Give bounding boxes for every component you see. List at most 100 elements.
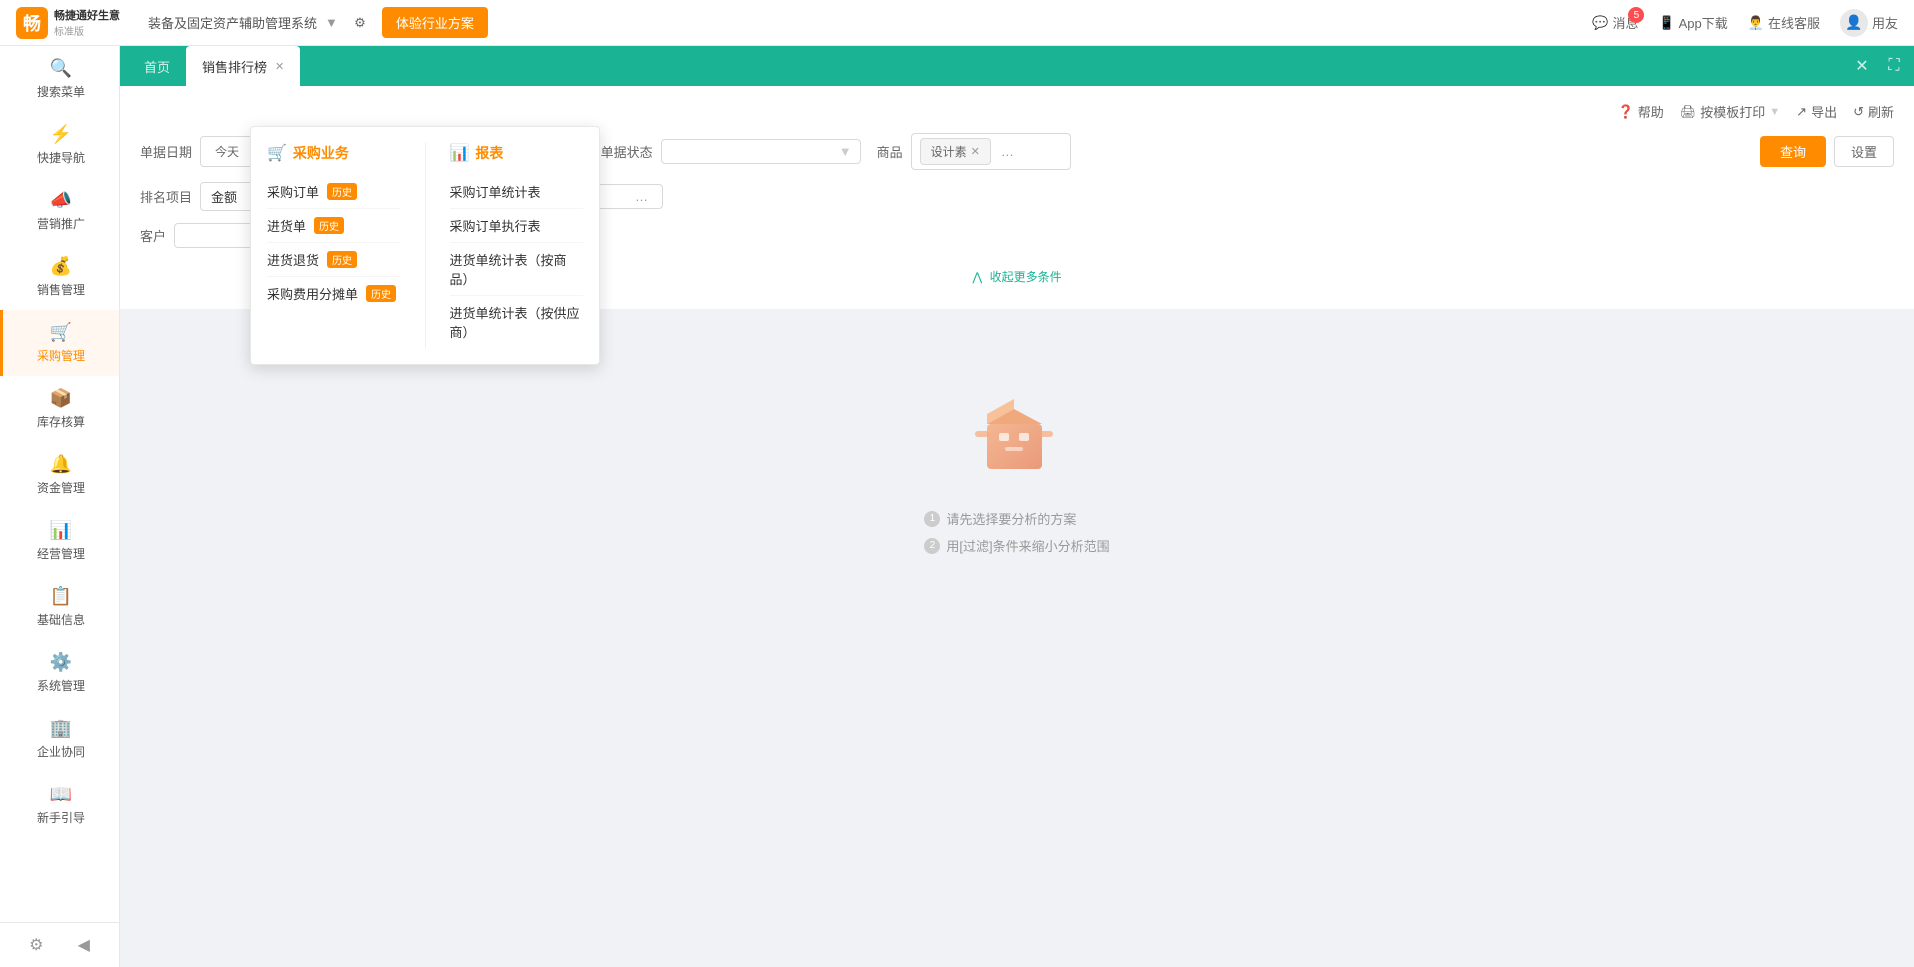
refresh-button[interactable]: ↺ 刷新 bbox=[1853, 102, 1894, 121]
messages-item[interactable]: 💬 消息 5 bbox=[1592, 13, 1638, 32]
sidebar-item-basic-info[interactable]: 📋 基础信息 bbox=[0, 574, 119, 640]
sidebar-item-operations[interactable]: 📊 经营管理 bbox=[0, 508, 119, 574]
tab-close-button[interactable]: ✕ bbox=[275, 60, 284, 73]
inventory-icon: 📦 bbox=[50, 388, 72, 409]
tip-text-1: 请先选择要分析的方案 bbox=[946, 509, 1076, 528]
online-service-item[interactable]: 👨‍💼 在线客服 bbox=[1748, 13, 1820, 32]
sidebar-item-purchase[interactable]: 🛒 采购管理 bbox=[0, 310, 119, 376]
purchase-col-title: 🛒 采购业务 bbox=[267, 143, 401, 163]
system-icon: ⚙️ bbox=[50, 652, 72, 673]
logo-area: 畅 畅捷通好生意 标准版 bbox=[16, 7, 136, 39]
export-button[interactable]: ↗ 导出 bbox=[1796, 102, 1837, 121]
purchase-icon: 🛒 bbox=[50, 322, 72, 343]
order-stats-label: 采购订单统计表 bbox=[450, 182, 541, 201]
empty-tip-2: 2 用[过滤]条件来缩小分析范围 bbox=[924, 536, 1109, 555]
dropdown-item-purchase-order[interactable]: 采购订单 历史 bbox=[267, 175, 401, 209]
settings-button[interactable]: 设置 bbox=[1834, 136, 1894, 167]
help-button[interactable]: ❓ 帮助 bbox=[1618, 102, 1664, 121]
sidebar-label-inventory: 库存核算 bbox=[37, 413, 85, 430]
sidebar-item-quick-nav[interactable]: ⚡ 快捷导航 bbox=[0, 112, 119, 178]
sidebar-item-system[interactable]: ⚙️ 系统管理 bbox=[0, 640, 119, 706]
main-layout: 🔍 搜索菜单 ⚡ 快捷导航 📣 营销推广 💰 销售管理 🛒 采购管理 📦 库存核… bbox=[0, 46, 1914, 967]
report-col-title: 📊 报表 bbox=[450, 143, 584, 163]
sidebar-item-sales[interactable]: 💰 销售管理 bbox=[0, 244, 119, 310]
dropdown-item-receipt-stats-goods[interactable]: 进货单统计表（按商品） bbox=[450, 243, 584, 296]
purchase-expense-label: 采购费用分摊单 bbox=[267, 284, 358, 303]
customer-label: 客户 bbox=[140, 226, 166, 245]
sidebar-label-operations: 经营管理 bbox=[37, 545, 85, 562]
sidebar-label-marketing: 营销推广 bbox=[37, 215, 85, 232]
date-label: 单据日期 bbox=[140, 142, 192, 161]
goods-tag: 设计素 ✕ bbox=[920, 138, 991, 165]
collapse-sidebar-button[interactable]: ◀ bbox=[78, 935, 90, 955]
goods-tag-text: 设计素 bbox=[931, 143, 967, 160]
query-button[interactable]: 查询 bbox=[1760, 136, 1826, 167]
tab-sales-rank-label: 销售排行榜 bbox=[202, 57, 267, 76]
status-label: 单据状态 bbox=[601, 142, 653, 161]
order-exec-label: 采购订单执行表 bbox=[450, 216, 541, 235]
service-icon: 👨‍💼 bbox=[1748, 15, 1764, 31]
goods-filter-item: 商品 设计素 ✕ … bbox=[877, 133, 1071, 170]
sidebar-item-enterprise[interactable]: 🏢 企业协同 bbox=[0, 706, 119, 772]
empty-illustration bbox=[957, 389, 1077, 489]
history-badge-1: 历史 bbox=[327, 183, 357, 200]
dropdown-item-receipt-stats-supplier[interactable]: 进货单统计表（按供应商） bbox=[450, 296, 584, 348]
finance-icon: 🔔 bbox=[50, 454, 72, 475]
empty-tips: 1 请先选择要分析的方案 2 用[过滤]条件来缩小分析范围 bbox=[924, 509, 1109, 555]
print-template-button[interactable]: 🖨 按模板打印 ▼ bbox=[1680, 102, 1780, 121]
tab-bar: 首页 销售排行榜 ✕ ✕ ⛶ bbox=[120, 46, 1914, 86]
report-col: 📊 报表 采购订单统计表 采购订单执行表 进货单统计表（按商品） 进货单统计表（… bbox=[450, 143, 584, 348]
sidebar-item-guide[interactable]: 📖 新手引导 bbox=[0, 772, 119, 838]
collapse-text: 收起更多条件 bbox=[990, 270, 1062, 284]
user-label: 用友 bbox=[1872, 13, 1898, 32]
sidebar-label-system: 系统管理 bbox=[37, 677, 85, 694]
status-filter-item: 单据状态 ▼ bbox=[601, 139, 861, 164]
guide-icon: 📖 bbox=[50, 784, 72, 805]
salesperson-more-btn[interactable]: … bbox=[631, 189, 652, 204]
empty-tip-1: 1 请先选择要分析的方案 bbox=[924, 509, 1109, 528]
help-icon: ❓ bbox=[1618, 104, 1634, 120]
dropdown-item-order-exec[interactable]: 采购订单执行表 bbox=[450, 209, 584, 243]
tip-num-1: 1 bbox=[924, 511, 940, 527]
tab-sales-rank[interactable]: 销售排行榜 ✕ bbox=[186, 46, 300, 86]
logo-icon: 畅 bbox=[16, 7, 48, 39]
operations-icon: 📊 bbox=[50, 520, 72, 541]
sidebar: 🔍 搜索菜单 ⚡ 快捷导航 📣 营销推广 💰 销售管理 🛒 采购管理 📦 库存核… bbox=[0, 46, 120, 967]
sidebar-item-search[interactable]: 🔍 搜索菜单 bbox=[0, 46, 119, 112]
gear-button[interactable]: ⚙ bbox=[346, 9, 374, 37]
main-content: ❓ 帮助 🖨 按模板打印 ▼ ↗ 导出 ↺ 刷新 bbox=[120, 86, 1914, 967]
dropdown-divider bbox=[425, 143, 426, 348]
sidebar-label-basic-info: 基础信息 bbox=[37, 611, 85, 628]
dropdown-item-purchase-return[interactable]: 进货退货 历史 bbox=[267, 243, 401, 277]
date-today[interactable]: 今天 bbox=[211, 141, 243, 162]
user-item[interactable]: 👤 用友 bbox=[1840, 9, 1898, 37]
window-controls: ✕ ⛶ bbox=[1850, 54, 1906, 78]
status-select[interactable]: ▼ bbox=[661, 139, 861, 164]
purchase-receipt-label: 进货单 bbox=[267, 216, 306, 235]
window-close-button[interactable]: ✕ bbox=[1850, 54, 1874, 78]
history-badge-2: 历史 bbox=[314, 217, 344, 234]
sidebar-item-finance[interactable]: 🔔 资金管理 bbox=[0, 442, 119, 508]
avatar: 👤 bbox=[1840, 9, 1868, 37]
window-maximize-button[interactable]: ⛶ bbox=[1882, 54, 1906, 78]
dropdown-item-order-stats[interactable]: 采购订单统计表 bbox=[450, 175, 584, 209]
goods-tag-close[interactable]: ✕ bbox=[971, 145, 980, 158]
purchase-return-label: 进货退货 bbox=[267, 250, 319, 269]
purchase-dropdown-menu: 🛒 采购业务 采购订单 历史 进货单 历史 进货退货 历史 bbox=[250, 126, 600, 365]
dropdown-item-purchase-receipt[interactable]: 进货单 历史 bbox=[267, 209, 401, 243]
system-name-area: 装备及固定资产辅助管理系统 ▼ ⚙ 体验行业方案 bbox=[148, 7, 1580, 38]
notification-badge: 5 bbox=[1628, 7, 1644, 23]
settings-bottom-button[interactable]: ⚙ bbox=[29, 935, 43, 955]
goods-more-btn[interactable]: … bbox=[997, 144, 1018, 159]
sidebar-item-inventory[interactable]: 📦 库存核算 bbox=[0, 376, 119, 442]
goods-label: 商品 bbox=[877, 142, 903, 161]
sidebar-item-marketing[interactable]: 📣 营销推广 bbox=[0, 178, 119, 244]
print-dropdown-arrow[interactable]: ▼ bbox=[1769, 106, 1780, 118]
industry-button[interactable]: 体验行业方案 bbox=[382, 7, 488, 38]
app-download-item[interactable]: 📱 App下载 bbox=[1658, 13, 1727, 32]
goods-select[interactable]: 设计素 ✕ … bbox=[911, 133, 1071, 170]
system-dropdown-arrow[interactable]: ▼ bbox=[325, 15, 338, 30]
dropdown-item-purchase-expense[interactable]: 采购费用分摊单 历史 bbox=[267, 277, 401, 310]
tab-home[interactable]: 首页 bbox=[128, 46, 186, 86]
logo-text: 畅捷通好生意 标准版 bbox=[54, 7, 120, 38]
